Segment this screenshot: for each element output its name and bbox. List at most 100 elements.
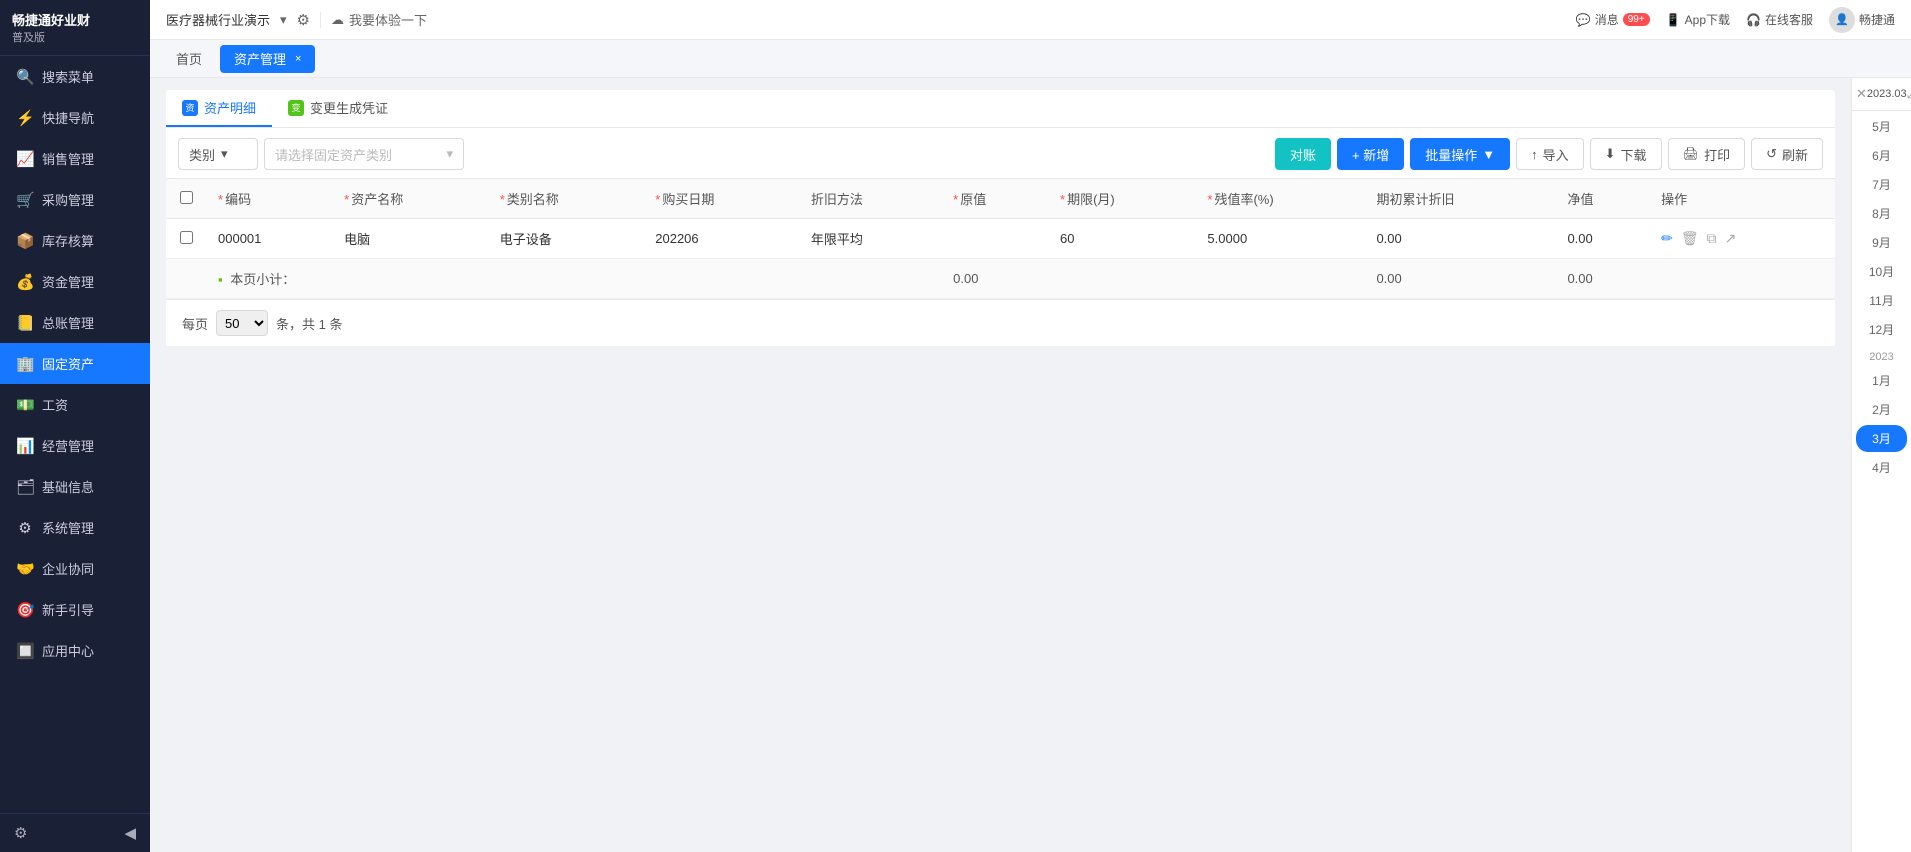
sidebar-item-app-center[interactable]: 🔲应用中心 [0,630,150,671]
subtotal-row: ▪ 本页小计： 0.00 0.00 0.00 [166,259,1835,299]
refresh-button[interactable]: ↺ 刷新 [1751,138,1823,170]
col-net-value: 净值 [1555,179,1649,219]
category-input-arrow: ▾ [446,146,453,162]
app-download-button[interactable]: 📱 App下载 [1666,11,1730,28]
sidebar-item-label-sales: 销售管理 [42,149,94,168]
col-category: *类别名称 [488,179,644,219]
table-row: 000001 电脑 电子设备 202206 年限平均 60 5.0000 0.0… [166,219,1835,259]
sidebar-item-search[interactable]: 🔍搜索菜单 [0,56,150,97]
collapse-icon[interactable]: ◀ [124,824,136,842]
toolbar-right: 对账 + 新增 批量操作 ▼ ↑ 导入 ⬇ 下载 🖨 [1275,138,1823,170]
user-avatar: 👤 [1829,7,1855,33]
row-period-0: 60 [1048,219,1195,259]
edit-icon-0[interactable]: ✏ [1661,230,1673,247]
sidebar-item-label-salary: 工资 [42,395,68,414]
row-initial-accum-depr-0: 0.00 [1364,219,1555,259]
per-page-select[interactable]: 102050100 [216,310,268,336]
sidebar-item-system[interactable]: ⚙系统管理 [0,507,150,548]
reconcile-button[interactable]: 对账 [1275,138,1331,170]
inventory-icon: 📦 [16,232,34,250]
sidebar-item-label-ledger: 总账管理 [42,313,94,332]
header-settings-button[interactable]: ⚙ [297,11,310,29]
sidebar-item-salary[interactable]: 💵工资 [0,384,150,425]
tab-asset-detail[interactable]: 资 资产明细 [166,90,272,127]
sidebar-item-purchase[interactable]: 🛒采购管理 [0,179,150,220]
timeline-month-10月[interactable]: 10月 [1856,258,1907,285]
timeline-month-8月[interactable]: 8月 [1856,200,1907,227]
sidebar-item-label-search: 搜索菜单 [42,67,94,86]
timeline-month-9月[interactable]: 9月 [1856,229,1907,256]
settings-icon[interactable]: ⚙ [14,824,27,842]
top-header-right: 💬 消息 99+ 📱 App下载 🎧 在线客服 👤 畅捷通 [1576,7,1895,33]
sidebar-item-fixed-assets[interactable]: 🏢固定资产 [0,343,150,384]
timeline-month-5月[interactable]: 5月 [1856,113,1907,140]
row-check-0[interactable] [180,231,193,244]
sidebar-item-basic-info[interactable]: 🗂基础信息 [0,466,150,507]
more-icon-0[interactable]: ↗ [1725,230,1737,247]
tab-close-asset-mgmt[interactable]: × [295,53,301,65]
import-button[interactable]: ↑ 导入 [1516,138,1584,170]
refresh-icon: ↺ [1766,146,1777,162]
sidebar-item-label-system: 系统管理 [42,518,94,537]
sidebar-item-business[interactable]: 📊经营管理 [0,425,150,466]
tab-change-voucher[interactable]: 变 变更生成凭证 [272,90,404,127]
row-actions-0: ✏ 🗑 ⧉ ↗ [1649,219,1835,259]
col-residual-rate: *残值率(%) [1195,179,1364,219]
experience-button[interactable]: ☁ 我要体验一下 [331,10,427,29]
col-name: *资产名称 [332,179,488,219]
main-tab-asset-mgmt[interactable]: 资产管理× [220,45,315,73]
sidebar-item-guide[interactable]: 🎯新手引导 [0,589,150,630]
online-service-button[interactable]: 🎧 在线客服 [1746,11,1813,28]
timeline-month-6月[interactable]: 6月 [1856,142,1907,169]
guide-icon: 🎯 [16,601,34,619]
sales-icon: 📈 [16,150,34,168]
category-filter-input[interactable]: 请选择固定资产类别 ▾ [264,138,464,170]
batch-ops-label: 批量操作 [1425,145,1477,164]
timeline-month-1月[interactable]: 1月 [1856,367,1907,394]
copy-icon-0[interactable]: ⧉ [1707,230,1717,247]
business-icon: 📊 [16,437,34,455]
row-category-0: 电子设备 [488,219,644,259]
timeline-month-12月[interactable]: 12月 [1856,316,1907,343]
timeline-close-icon[interactable]: ✕ [1856,86,1867,102]
sidebar-scroll: 🔍搜索菜单⚡快捷导航 📈 销售管理 🛒采购管理📦库存核算💰资金管理📒总账管理🏢固定资产… [0,56,150,813]
table-header-checkbox [166,179,206,219]
new-button[interactable]: + 新增 [1337,138,1404,170]
sidebar-item-label-quick-nav: 快捷导航 [42,108,94,127]
batch-ops-button[interactable]: 批量操作 ▼ [1410,138,1510,170]
cloud-icon: ☁ [331,12,344,28]
timeline-header: ✕ 2023.03 ⤢ [1852,78,1911,111]
category-filter-select[interactable]: 类别 ▾ [178,138,258,170]
sidebar-item-ledger[interactable]: 📒总账管理 [0,302,150,343]
messages-button[interactable]: 💬 消息 99+ [1576,11,1650,28]
top-header-left: 医疗器械行业演示 ▾ ⚙ ☁ 我要体验一下 [166,10,427,29]
sidebar-item-enterprise[interactable]: 🤝企业协同 [0,548,150,589]
company-dropdown-icon[interactable]: ▾ [280,12,287,28]
sidebar-item-sales[interactable]: 📈 销售管理 [0,138,150,179]
download-button[interactable]: ⬇ 下载 [1590,138,1662,170]
print-button[interactable]: 🖨 打印 [1668,138,1746,170]
select-all-checkbox[interactable] [180,191,193,204]
timeline-month-4月[interactable]: 4月 [1856,454,1907,481]
timeline-month-2月[interactable]: 2月 [1856,396,1907,423]
col-depreciation-method: 折旧方法 [799,179,941,219]
delete-icon-0[interactable]: 🗑 [1681,230,1699,247]
timeline-month-7月[interactable]: 7月 [1856,171,1907,198]
company-name: 医疗器械行业演示 [166,10,270,29]
timeline-year-2023: 2023 [1852,345,1911,365]
row-checkbox-0 [166,219,206,259]
timeline-expand-icon[interactable]: ⤢ [1907,86,1911,102]
timeline-month-11月[interactable]: 11月 [1856,287,1907,314]
main-tab-home[interactable]: 首页 [162,45,216,73]
user-menu[interactable]: 👤 畅捷通 [1829,7,1895,33]
asset-detail-tab-label: 资产明细 [204,98,256,117]
main-content: 资 资产明细 变 变更生成凭证 类别 ▾ 请选择固定资产类别 [150,78,1851,852]
timeline-month-3月[interactable]: 3月 [1856,425,1907,452]
sidebar-item-inventory[interactable]: 📦库存核算 [0,220,150,261]
per-page-label: 每页 [182,314,208,333]
sidebar-item-quick-nav[interactable]: ⚡快捷导航 [0,97,150,138]
change-voucher-tab-icon: 变 [288,100,304,116]
download-label: 下载 [1621,145,1647,164]
sidebar-item-finance[interactable]: 💰资金管理 [0,261,150,302]
row-code-0: 000001 [206,219,332,259]
